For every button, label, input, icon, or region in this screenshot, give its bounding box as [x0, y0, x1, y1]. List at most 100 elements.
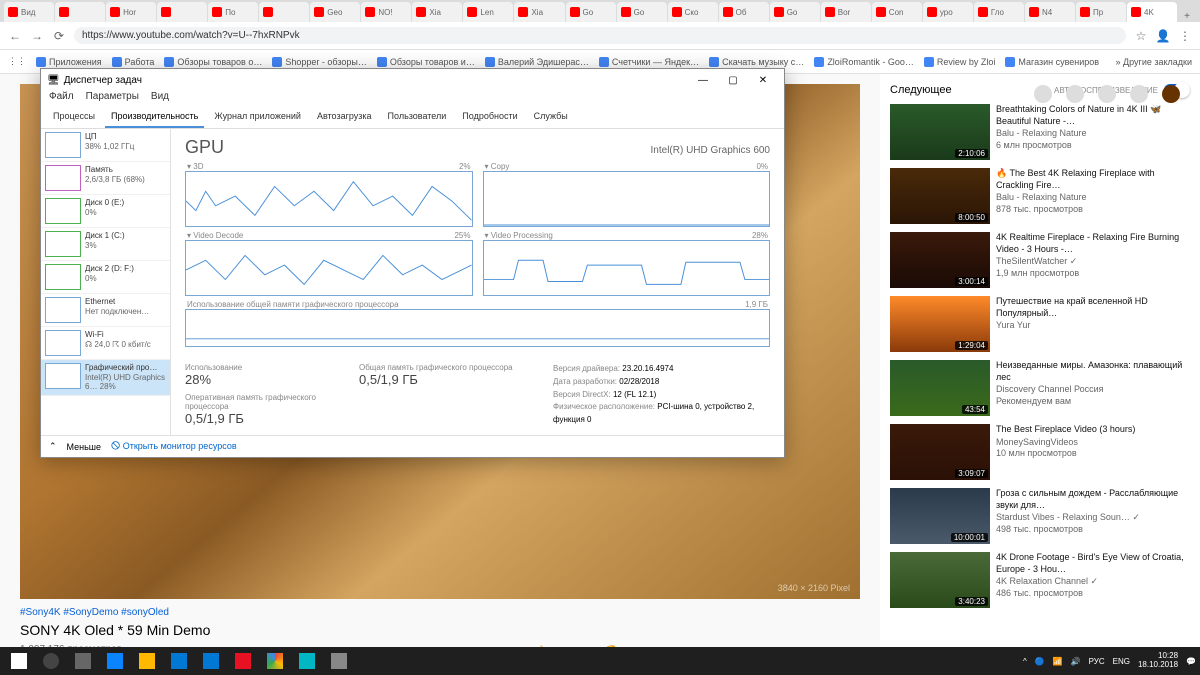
suggestion-thumbnail[interactable]: 3:09:07	[890, 424, 990, 480]
star-icon[interactable]: ☆	[1134, 29, 1148, 43]
taskmgr-menu-item[interactable]: Файл	[49, 91, 74, 109]
taskmgr-side-item[interactable]: Память2,6/3,8 ГБ (68%)	[41, 162, 170, 195]
taskmgr-side-item[interactable]: Диск 1 (C:)3%	[41, 228, 170, 261]
bookmark-item[interactable]: Обзоры товаров о…	[164, 57, 262, 67]
bookmark-item[interactable]: Валерий Эдишерас…	[485, 57, 589, 67]
bookmark-item[interactable]: Review by Zloi	[924, 57, 996, 67]
avatar[interactable]	[1162, 85, 1180, 103]
browser-tab[interactable]: NO!	[361, 2, 411, 22]
menu-icon[interactable]: ⋮	[1178, 29, 1192, 43]
bookmark-item[interactable]: Счетчики — Яндек…	[599, 57, 699, 67]
reload-icon[interactable]: ⟳	[52, 29, 66, 43]
taskbar-app[interactable]	[164, 649, 194, 673]
taskmgr-side-item[interactable]: ЦП38% 1,02 ГГц	[41, 129, 170, 162]
browser-tab[interactable]: Bor	[821, 2, 871, 22]
browser-tab[interactable]: По	[208, 2, 258, 22]
lang-indicator[interactable]: РУС	[1089, 657, 1105, 666]
browser-tab[interactable]: уро	[923, 2, 973, 22]
browser-tab[interactable]: 4K	[1127, 2, 1177, 22]
taskbar-app[interactable]	[228, 649, 258, 673]
new-tab-button[interactable]: +	[1178, 11, 1196, 22]
taskbar-app[interactable]	[260, 649, 290, 673]
browser-tab[interactable]: Xia	[514, 2, 564, 22]
taskmgr-tab[interactable]: Журнал приложений	[208, 109, 307, 128]
taskmgr-side-item[interactable]: Диск 2 (D: F:)0%	[41, 261, 170, 294]
taskmgr-tab[interactable]: Автозагрузка	[311, 109, 378, 128]
bookmark-item[interactable]: Приложения	[36, 57, 102, 67]
lang-indicator-2[interactable]: ENG	[1113, 657, 1130, 666]
video-camera-icon[interactable]	[1034, 85, 1052, 103]
browser-tab[interactable]: Пр	[1076, 2, 1126, 22]
tray-icon[interactable]: 📶	[1053, 657, 1063, 666]
apps-icon[interactable]	[1066, 85, 1084, 103]
browser-tab[interactable]: Con	[872, 2, 922, 22]
taskmgr-tab[interactable]: Службы	[528, 109, 574, 128]
url-field[interactable]: https://www.youtube.com/watch?v=U--7hxRN…	[74, 27, 1126, 44]
back-icon[interactable]: ←	[8, 29, 22, 43]
windows-taskbar[interactable]: ^ 🔵 📶 🔊 РУС ENG 10:28 18.10.2018 💬	[0, 647, 1200, 675]
browser-tab[interactable]: Гло	[974, 2, 1024, 22]
tray-icon[interactable]: 🔊	[1071, 657, 1081, 666]
browser-tab[interactable]: Вид	[4, 2, 54, 22]
taskbar-app[interactable]	[132, 649, 162, 673]
taskmgr-side-item[interactable]: Wi-Fi☊ 24,0 ☈ 0 кбит/с	[41, 327, 170, 360]
browser-tab[interactable]: Hor	[106, 2, 156, 22]
browser-tab[interactable]: Go	[566, 2, 616, 22]
taskmgr-titlebar[interactable]: 🖥 Диспетчер задач — ▢ ✕	[41, 69, 784, 91]
other-bookmarks[interactable]: » Другие закладки	[1116, 57, 1192, 67]
messages-icon[interactable]	[1098, 85, 1116, 103]
suggestion-item[interactable]: 3:40:234K Drone Footage - Bird's Eye Vie…	[890, 552, 1190, 608]
forward-icon[interactable]: →	[30, 29, 44, 43]
suggestion-thumbnail[interactable]: 10:00:01	[890, 488, 990, 544]
taskmgr-tab[interactable]: Производительность	[105, 109, 204, 128]
bookmark-item[interactable]: ZloiRomantik - Goo…	[814, 57, 914, 67]
profile-icon[interactable]: 👤	[1156, 29, 1170, 43]
taskmgr-tab[interactable]: Подробности	[456, 109, 523, 128]
suggestion-thumbnail[interactable]: 2:10:06	[890, 104, 990, 160]
bookmark-item[interactable]: Магазин сувениров	[1005, 57, 1099, 67]
bookmark-item[interactable]: Работа	[112, 57, 155, 67]
start-button[interactable]	[4, 649, 34, 673]
taskbar-app[interactable]	[324, 649, 354, 673]
collapse-icon[interactable]: ⌃	[49, 441, 57, 452]
browser-tab[interactable]: N4	[1025, 2, 1075, 22]
suggestion-thumbnail[interactable]: 3:00:14	[890, 232, 990, 288]
taskmgr-side-item[interactable]: EthernetНет подключен…	[41, 294, 170, 327]
browser-tab[interactable]	[259, 2, 309, 22]
browser-tab[interactable]: Geo	[310, 2, 360, 22]
suggestion-item[interactable]: 1:29:04Путешествие на край вселенной HD …	[890, 296, 1190, 352]
browser-tab[interactable]: Go	[617, 2, 667, 22]
tray-icon[interactable]: ^	[1023, 657, 1027, 666]
suggestion-item[interactable]: 3:09:07The Best Fireplace Video (3 hours…	[890, 424, 1190, 480]
notifications-icon[interactable]: 💬	[1186, 657, 1196, 666]
taskview-icon[interactable]	[68, 649, 98, 673]
suggestion-item[interactable]: 43:54Неизведанные миры. Амазонка: плаваю…	[890, 360, 1190, 416]
search-icon[interactable]	[36, 649, 66, 673]
suggestion-thumbnail[interactable]: 3:40:23	[890, 552, 990, 608]
task-manager-window[interactable]: 🖥 Диспетчер задач — ▢ ✕ Файл Параметры Вид…	[40, 68, 785, 458]
bookmark-item[interactable]: Скачать музыку с…	[709, 57, 804, 67]
browser-tab[interactable]: Xia	[412, 2, 462, 22]
taskmgr-menu-item[interactable]: Вид	[151, 91, 169, 109]
taskmgr-side-item[interactable]: Диск 0 (E:)0%	[41, 195, 170, 228]
taskbar-app[interactable]	[292, 649, 322, 673]
video-hashtags[interactable]: #Sony4K #SonyDemo #sonyOled	[20, 607, 860, 618]
bookmark-item[interactable]: Обзоры товаров и…	[377, 57, 475, 67]
browser-tab[interactable]: Go	[770, 2, 820, 22]
apps-icon[interactable]: ⋮⋮	[8, 56, 26, 67]
taskmgr-menu-item[interactable]: Параметры	[86, 91, 139, 109]
browser-tab[interactable]: Ско	[668, 2, 718, 22]
browser-tab[interactable]	[55, 2, 105, 22]
bookmark-item[interactable]: Shopper - обзоры…	[272, 57, 367, 67]
close-button[interactable]: ✕	[748, 75, 778, 86]
suggestion-item[interactable]: 10:00:01Гроза с сильным дождем - Расслаб…	[890, 488, 1190, 544]
taskbar-app[interactable]	[196, 649, 226, 673]
suggestion-item[interactable]: 8:00:50🔥 The Best 4K Relaxing Fireplace …	[890, 168, 1190, 224]
system-tray[interactable]: ^ 🔵 📶 🔊 РУС ENG 10:28 18.10.2018 💬	[1023, 652, 1196, 670]
taskmgr-tab[interactable]: Процессы	[47, 109, 101, 128]
minimize-button[interactable]: —	[688, 75, 718, 86]
browser-tab[interactable]: Об	[719, 2, 769, 22]
tray-icon[interactable]: 🔵	[1035, 657, 1045, 666]
notifications-icon[interactable]	[1130, 85, 1148, 103]
suggestion-item[interactable]: 3:00:144K Realtime Fireplace - Relaxing …	[890, 232, 1190, 288]
